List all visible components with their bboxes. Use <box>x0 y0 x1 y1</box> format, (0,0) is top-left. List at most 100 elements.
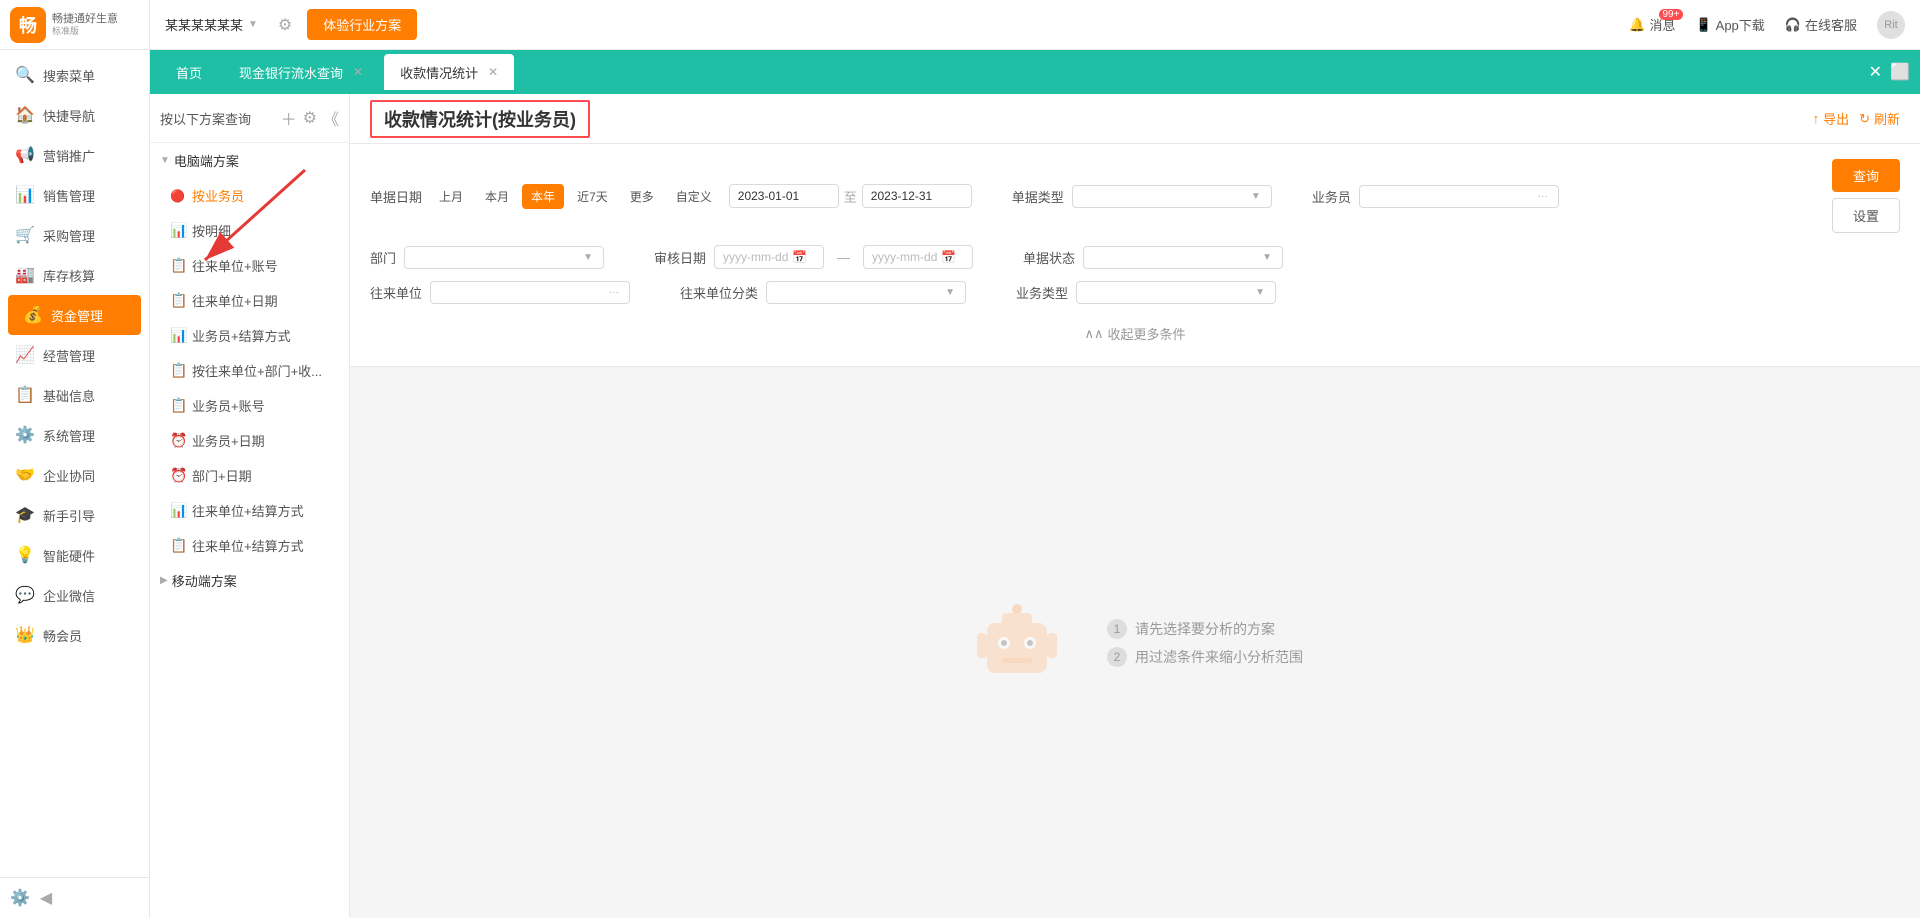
tab-bank[interactable]: 现金银行流水查询 ✕ <box>223 54 379 90</box>
tree-item-by-detail[interactable]: 📊 按明细 <box>160 213 349 248</box>
tree-item-by-salesperson-account[interactable]: 📋 业务员+账号 <box>160 388 349 423</box>
collapse-sidebar-icon[interactable]: ◀ <box>40 888 52 908</box>
header-user[interactable]: 某某某某某某 ▼ <box>165 15 258 34</box>
tree-item-by-salesperson[interactable]: 🔴 按业务员 <box>160 178 349 213</box>
tree-item-by-salesperson-settle[interactable]: 📊 业务员+结算方式 <box>160 318 349 353</box>
message-btn[interactable]: 🔔 消息 99+ <box>1629 15 1675 34</box>
tree-item-by-unit-settle1[interactable]: 📊 往来单位+结算方式 <box>160 493 349 528</box>
scheme-settings-icon[interactable]: ⚙ <box>303 108 317 128</box>
tab-bank-close-icon[interactable]: ✕ <box>353 65 363 79</box>
partner-category-chevron-icon: ▼ <box>945 287 955 298</box>
tree-item-by-unit-dept-collect[interactable]: 📋 按往来单位+部门+收... <box>160 353 349 388</box>
dept-select[interactable]: ▼ <box>404 246 604 269</box>
filter-voucher-status: 单据状态 ▼ <box>1023 246 1283 269</box>
date-btn-this-month[interactable]: 本月 <box>476 184 518 209</box>
voucher-status-chevron-icon: ▼ <box>1262 252 1272 263</box>
left-panel-header: 按以下方案查询 ＋ ⚙ 《 <box>150 94 349 143</box>
query-btn[interactable]: 查询 <box>1832 159 1900 192</box>
empty-robot-icon <box>967 593 1067 693</box>
sidebar-item-inventory[interactable]: 🏭 库存核算 <box>0 255 149 295</box>
voucher-status-select[interactable]: ▼ <box>1083 246 1283 269</box>
biz-type-select[interactable]: ▼ <box>1076 281 1276 304</box>
page-header-actions: ↑ 导出 ↻ 刷新 <box>1813 109 1900 128</box>
tab-collection[interactable]: 收款情况统计 ✕ <box>384 54 514 90</box>
tab-bar: 首页 现金银行流水查询 ✕ 收款情况统计 ✕ ✕ ⬜ <box>150 50 1920 94</box>
app-download-btn[interactable]: 📱 App下载 <box>1695 15 1764 34</box>
refresh-btn[interactable]: ↻ 刷新 <box>1859 109 1900 128</box>
tree-item-by-unit-settle2[interactable]: 📋 往来单位+结算方式 <box>160 528 349 563</box>
member-nav-icon: 👑 <box>15 625 35 645</box>
add-scheme-btn[interactable]: ＋ <box>281 106 297 130</box>
sidebar-item-sales[interactable]: 📊 销售管理 <box>0 175 149 215</box>
online-service-btn[interactable]: 🎧 在线客服 <box>1785 15 1857 34</box>
right-main: 收款情况统计(按业务员) ↑ 导出 ↻ 刷新 <box>350 94 1920 918</box>
sidebar-item-guide[interactable]: 🎓 新手引导 <box>0 495 149 535</box>
voucher-status-label: 单据状态 <box>1023 248 1075 267</box>
tree-item-by-unit-date[interactable]: 📋 往来单位+日期 <box>160 283 349 318</box>
date-filter: 上月 本月 本年 近7天 更多 自定义 <box>430 184 721 209</box>
filter-partner: 往来单位 ··· <box>370 281 630 304</box>
review-date-sep: — <box>837 250 850 265</box>
sidebar-item-wechat[interactable]: 💬 企业微信 <box>0 575 149 615</box>
settings-bottom-icon[interactable]: ⚙️ <box>10 888 30 908</box>
date-btn-more[interactable]: 更多 <box>621 184 663 209</box>
logo-icon: 畅 <box>10 7 46 43</box>
sidebar-item-capital[interactable]: 💰 资金管理 <box>8 295 141 335</box>
purchase-nav-icon: 🛒 <box>15 225 35 245</box>
tab-home[interactable]: 首页 <box>160 54 218 90</box>
sidebar-item-member[interactable]: 👑 畅会员 <box>0 615 149 655</box>
review-date-from[interactable]: yyyy-mm-dd 📅 <box>714 245 824 269</box>
review-date-to[interactable]: yyyy-mm-dd 📅 <box>863 245 973 269</box>
settings-btn[interactable]: 设置 <box>1832 198 1900 233</box>
sidebar-item-marketing[interactable]: 📢 营销推广 <box>0 135 149 175</box>
filter-voucher-type: 单据类型 ▼ <box>1012 185 1272 208</box>
voucher-type-select[interactable]: ▼ <box>1072 185 1272 208</box>
tip-num-2: 2 <box>1107 647 1127 667</box>
desktop-section[interactable]: ▼ 电脑端方案 <box>150 143 349 178</box>
tree-item-by-unit-account[interactable]: 📋 往来单位+账号 <box>160 248 349 283</box>
export-btn[interactable]: ↑ 导出 <box>1813 109 1850 128</box>
sidebar-item-operation[interactable]: 📈 经营管理 <box>0 335 149 375</box>
mobile-section[interactable]: ▶ 移动端方案 <box>150 563 349 598</box>
tree-item-by-dept-date[interactable]: ⏰ 部门+日期 <box>160 458 349 493</box>
sidebar-item-enterprise[interactable]: 🤝 企业协同 <box>0 455 149 495</box>
sidebar-item-search[interactable]: 🔍 搜索菜单 <box>0 55 149 95</box>
biz-type-label: 业务类型 <box>1016 283 1068 302</box>
active-scheme-icon: 🔴 <box>170 189 186 203</box>
mobile-arrow-icon: ▶ <box>160 575 168 586</box>
trial-btn[interactable]: 体验行业方案 <box>307 9 417 40</box>
sales-nav-icon: 📊 <box>15 185 35 205</box>
date-btn-last-month[interactable]: 上月 <box>430 184 472 209</box>
date-btn-this-year[interactable]: 本年 <box>522 184 564 209</box>
avatar[interactable]: Rit <box>1877 11 1905 39</box>
operation-nav-icon: 📈 <box>15 345 35 365</box>
collapse-more-btn[interactable]: ∧∧ 收起更多条件 <box>370 316 1900 351</box>
window-close-icon[interactable]: ✕ <box>1869 62 1882 82</box>
dept-chevron-icon: ▼ <box>583 252 593 263</box>
filter-row-1: 单据日期 上月 本月 本年 近7天 更多 自定义 2023-01-01 <box>370 159 1900 233</box>
calendar-to-icon[interactable]: 📅 <box>941 250 956 264</box>
sidebar-item-system[interactable]: ⚙️ 系统管理 <box>0 415 149 455</box>
partner-select[interactable]: ··· <box>430 281 630 304</box>
sidebar-item-purchase[interactable]: 🛒 采购管理 <box>0 215 149 255</box>
by-detail-icon: 📊 <box>170 222 186 239</box>
partner-label: 往来单位 <box>370 283 422 302</box>
sidebar-item-shortcut[interactable]: 🏠 快捷导航 <box>0 95 149 135</box>
sidebar-item-hardware[interactable]: 💡 智能硬件 <box>0 535 149 575</box>
settings-gear-icon[interactable]: ⚙ <box>278 15 292 35</box>
header-right: 🔔 消息 99+ 📱 App下载 🎧 在线客服 Rit <box>1629 11 1905 39</box>
date-btn-custom[interactable]: 自定义 <box>667 184 721 209</box>
window-maximize-icon[interactable]: ⬜ <box>1890 62 1910 82</box>
filter-review-date: 审核日期 yyyy-mm-dd 📅 — yyyy-mm-dd 📅 <box>654 245 973 269</box>
calendar-from-icon[interactable]: 📅 <box>792 250 807 264</box>
sidebar-item-basic[interactable]: 📋 基础信息 <box>0 375 149 415</box>
partner-category-select[interactable]: ▼ <box>766 281 966 304</box>
by-dept-date-icon: ⏰ <box>170 467 186 484</box>
salesperson-select[interactable]: ··· <box>1359 185 1559 208</box>
date-to-input[interactable]: 2023-12-31 <box>862 184 972 208</box>
collapse-panel-icon[interactable]: 《 <box>323 106 339 130</box>
tab-collection-close-icon[interactable]: ✕ <box>488 65 498 79</box>
date-from-input[interactable]: 2023-01-01 <box>729 184 839 208</box>
tree-item-by-salesperson-date[interactable]: ⏰ 业务员+日期 <box>160 423 349 458</box>
date-btn-7days[interactable]: 近7天 <box>568 184 617 209</box>
